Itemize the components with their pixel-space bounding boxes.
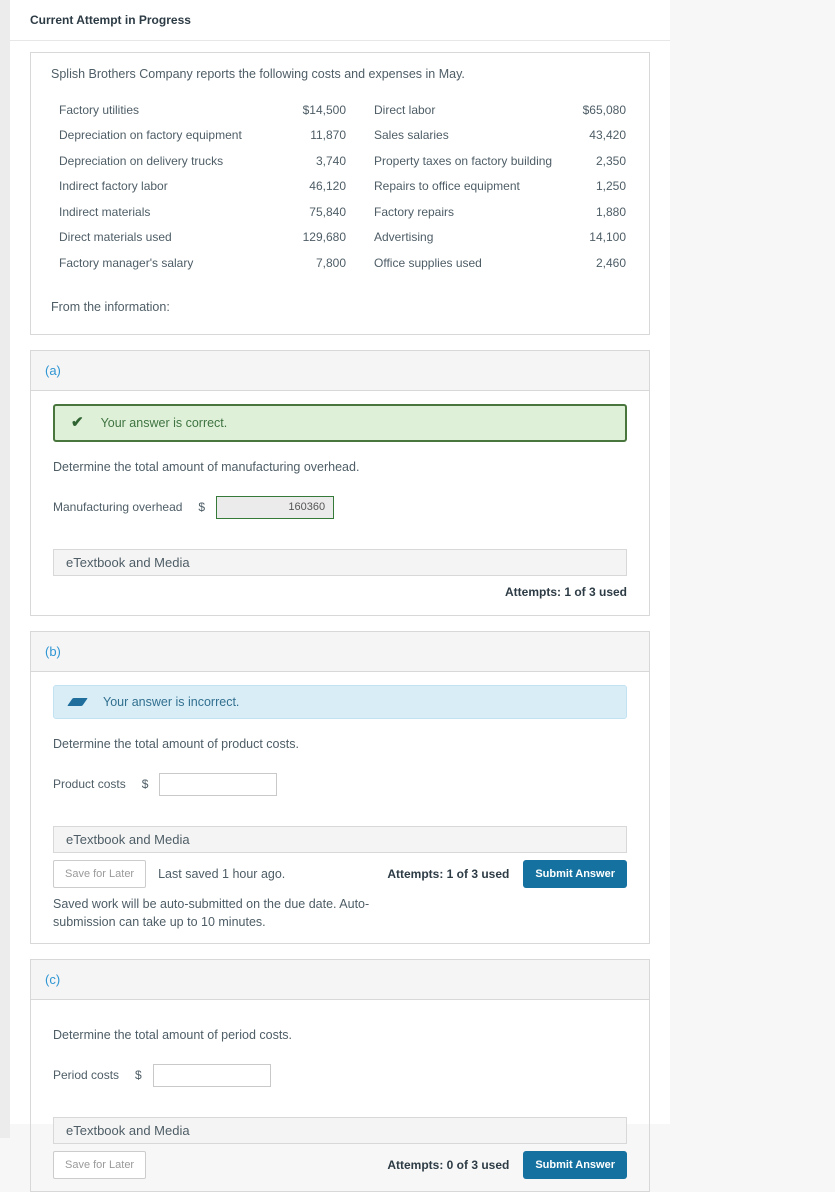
- question-prompt: Determine the total amount of manufactur…: [53, 459, 360, 474]
- attempts-counter: Attempts: 1 of 3 used: [504, 584, 627, 599]
- cost-label: Factory repairs: [374, 204, 455, 219]
- currency-symbol: $: [135, 1068, 142, 1083]
- cost-value: 46,120: [309, 179, 346, 194]
- submit-answer-button[interactable]: Submit Answer: [523, 1150, 627, 1179]
- section-b-header: (b): [31, 631, 649, 672]
- cost-value: 2,460: [595, 255, 626, 270]
- etextbook-media-accordion[interactable]: eTextbook and Media: [53, 1116, 627, 1144]
- cost-value: 14,100: [589, 230, 626, 245]
- table-row: Indirect materials 75,840 Factory repair…: [59, 199, 629, 225]
- cost-value: 129,680: [302, 230, 346, 245]
- etextbook-media-label: eTextbook and Media: [66, 1122, 190, 1138]
- cost-value: $14,500: [302, 102, 346, 117]
- table-row: Indirect factory labor 46,120 Repairs to…: [59, 174, 629, 200]
- section-c-header: (c): [31, 959, 649, 1000]
- manufacturing-overhead-input[interactable]: [216, 495, 335, 519]
- problem-footer: From the information:: [51, 299, 170, 314]
- currency-symbol: $: [141, 777, 149, 791]
- field-label: Product costs: [53, 777, 126, 791]
- table-row: Depreciation on factory equipment 11,870…: [59, 123, 629, 149]
- attempt-status-heading: Current Attempt in Progress: [10, 0, 670, 41]
- cost-label: Indirect factory labor: [59, 179, 168, 194]
- cost-value: 7,800: [315, 255, 346, 270]
- etextbook-media-accordion[interactable]: eTextbook and Media: [53, 825, 627, 853]
- eraser-icon: [67, 697, 88, 706]
- cost-label: Depreciation on delivery trucks: [59, 153, 224, 168]
- answer-field-row: Period costs $: [53, 1063, 627, 1087]
- cost-label: Property taxes on factory building: [374, 153, 553, 168]
- last-saved-text: Last saved 1 hour ago.: [158, 866, 286, 881]
- section-c-body: Determine the total amount of period cos…: [31, 1000, 649, 1191]
- cost-label: Sales salaries: [374, 128, 449, 143]
- currency-symbol: $: [198, 500, 206, 514]
- attempts-counter: Attempts: 0 of 3 used: [387, 1157, 510, 1172]
- field-label: Period costs: [53, 1068, 120, 1083]
- table-row: Depreciation on delivery trucks 3,740 Pr…: [59, 148, 629, 174]
- save-for-later-button[interactable]: Save for Later: [53, 1150, 147, 1179]
- incorrect-feedback-banner: Your answer is incorrect.: [53, 684, 627, 719]
- cost-label: Direct materials used: [59, 230, 172, 245]
- checkmark-icon: ✔: [71, 414, 84, 431]
- answer-field-row: Product costs $: [53, 772, 627, 796]
- section-footer: Save for Later Attempts: 0 of 3 used Sub…: [53, 1150, 627, 1179]
- cost-label: Repairs to office equipment: [374, 179, 520, 194]
- table-row: Factory manager's salary 7,800 Office su…: [59, 250, 629, 276]
- autosubmit-note: Saved work will be auto-submitted on the…: [53, 896, 370, 929]
- section-c: (c) Determine the total amount of period…: [30, 958, 650, 1192]
- cost-label: Office supplies used: [374, 255, 482, 270]
- submit-answer-button[interactable]: Submit Answer: [523, 859, 627, 888]
- page-gutter: [0, 0, 10, 1138]
- etextbook-media-label: eTextbook and Media: [66, 831, 190, 847]
- correct-feedback-banner: ✔ Your answer is correct.: [53, 403, 627, 442]
- feedback-message: Your answer is correct.: [100, 415, 228, 430]
- problem-statement: Splish Brothers Company reports the foll…: [30, 52, 650, 335]
- etextbook-media-label: eTextbook and Media: [66, 554, 190, 570]
- table-row: Factory utilities $14,500 Direct labor $…: [59, 97, 629, 123]
- section-a-body: ✔ Your answer is correct. Determine the …: [31, 391, 649, 615]
- problem-intro: Splish Brothers Company reports the foll…: [51, 67, 465, 81]
- etextbook-media-accordion[interactable]: eTextbook and Media: [53, 548, 627, 576]
- cost-label: Indirect materials: [59, 204, 151, 219]
- period-costs-input[interactable]: [152, 1063, 271, 1087]
- feedback-message: Your answer is incorrect.: [103, 694, 240, 709]
- cost-value: 3,740: [315, 153, 346, 168]
- cost-table: Factory utilities $14,500 Direct labor $…: [51, 97, 629, 276]
- question-prompt: Determine the total amount of period cos…: [53, 1027, 293, 1042]
- cost-label: Factory manager's salary: [59, 255, 194, 270]
- cost-value: 1,880: [595, 204, 626, 219]
- cost-value: 43,420: [589, 128, 626, 143]
- section-footer: Save for Later Last saved 1 hour ago. At…: [53, 859, 627, 888]
- cost-value: 1,250: [595, 179, 626, 194]
- answer-field-row: Manufacturing overhead $: [53, 495, 627, 519]
- section-a: (a) ✔ Your answer is correct. Determine …: [30, 349, 650, 616]
- section-a-header: (a): [31, 350, 649, 391]
- section-b: (b) Your answer is incorrect. Determine …: [30, 630, 650, 944]
- cost-value: 2,350: [595, 153, 626, 168]
- attempts-counter: Attempts: 1 of 3 used: [387, 866, 510, 881]
- cost-value: 75,840: [309, 204, 346, 219]
- cost-label: Direct labor: [374, 102, 436, 117]
- question-prompt: Determine the total amount of product co…: [53, 736, 299, 751]
- save-for-later-button[interactable]: Save for Later: [53, 859, 147, 888]
- cost-label: Depreciation on factory equipment: [59, 128, 242, 143]
- product-costs-input[interactable]: [159, 772, 278, 796]
- assignment-panel: Current Attempt in Progress Splish Broth…: [10, 0, 670, 1192]
- section-b-body: Your answer is incorrect. Determine the …: [31, 672, 649, 943]
- cost-label: Factory utilities: [59, 102, 140, 117]
- cost-value: 11,870: [310, 128, 346, 143]
- table-row: Direct materials used 129,680 Advertisin…: [59, 225, 629, 251]
- cost-value: $65,080: [582, 102, 626, 117]
- cost-label: Advertising: [374, 230, 434, 245]
- field-label: Manufacturing overhead: [53, 500, 183, 514]
